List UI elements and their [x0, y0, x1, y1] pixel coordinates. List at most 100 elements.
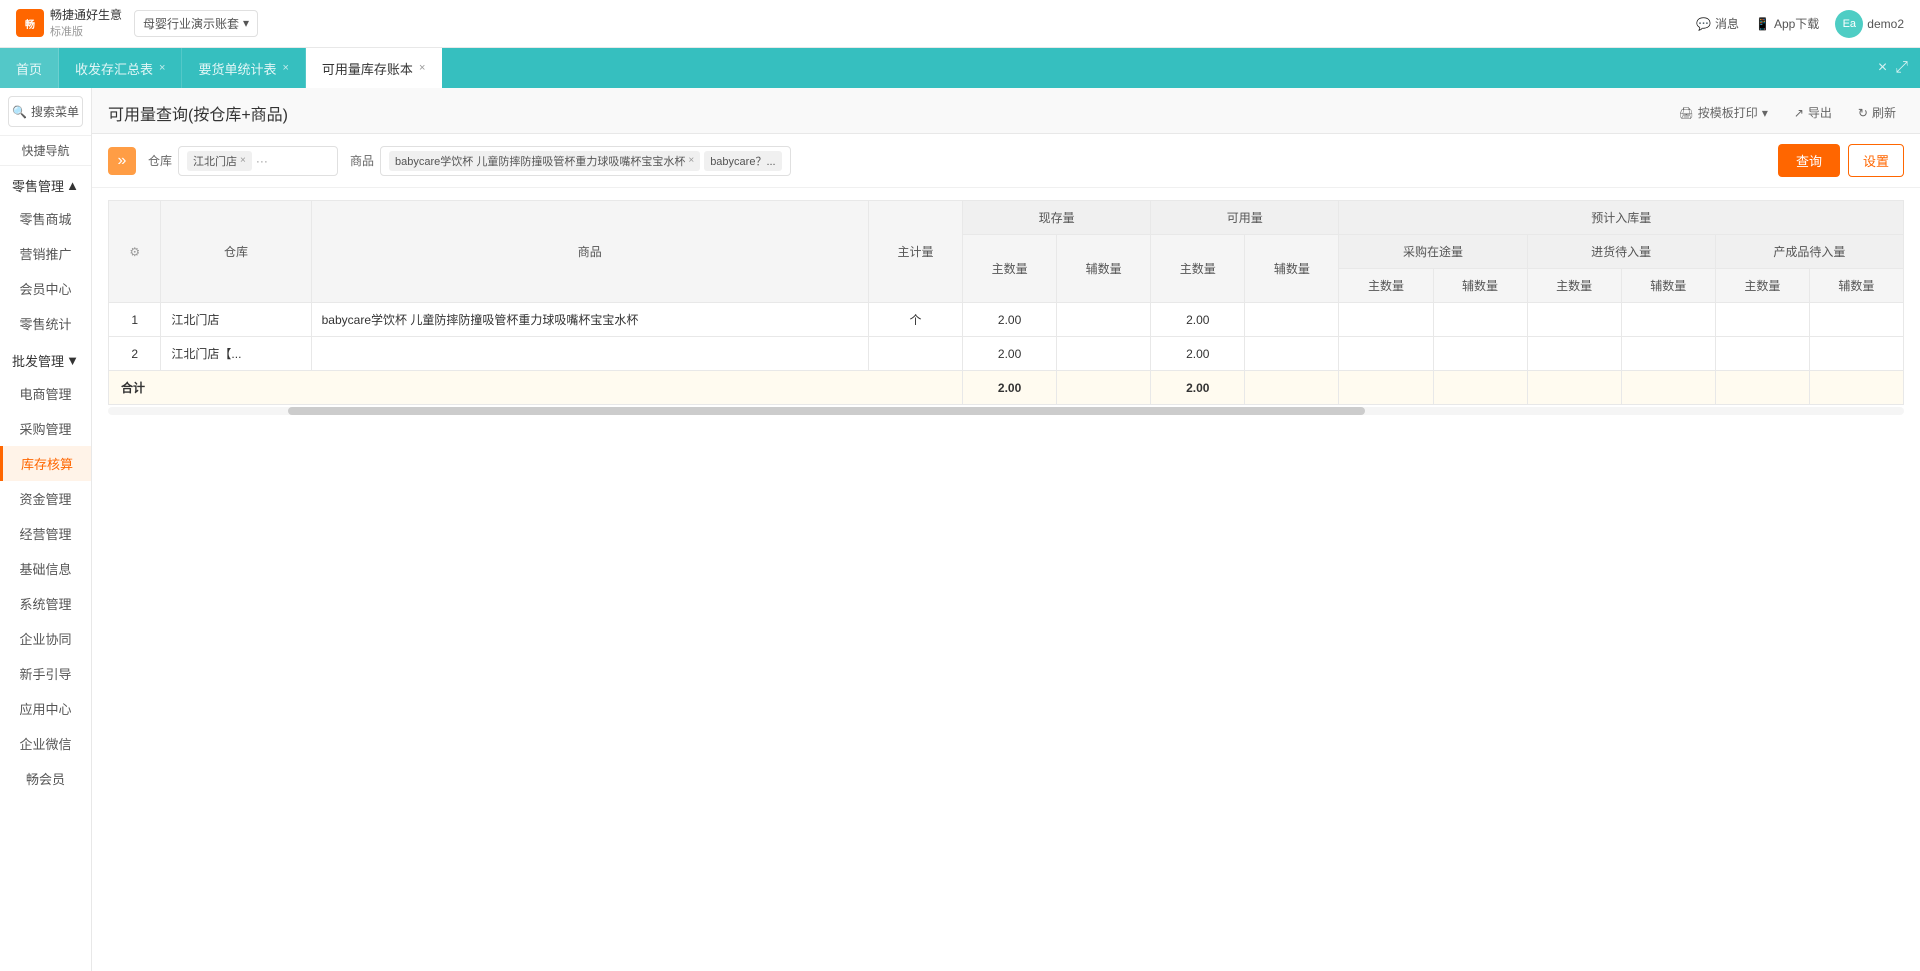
sidebar-item-inventory[interactable]: 库存核算 [0, 446, 91, 481]
warehouse-tag-remove[interactable]: × [240, 155, 246, 166]
sidebar-group-wholesale-label: 批发管理 [12, 351, 64, 370]
search-menu-btn[interactable]: 🔍 搜索菜单 [8, 96, 83, 127]
sidebar-item-member-label: 畅会员 [26, 772, 65, 787]
refresh-btn[interactable]: ↻ 刷新 [1850, 100, 1904, 125]
main-layout: 🔍 搜索菜单 快捷导航 零售管理 ▲ 零售商城 营销推广 会员中心 零售统计 [0, 88, 1920, 971]
tab-available-inventory[interactable]: 可用量库存账本 × [306, 48, 442, 88]
table-area: ⚙ 仓库 商品 主计量 现存量 可用量 预计入库量 主数量 辅数量 [92, 188, 1920, 427]
app-download-btn[interactable]: 📱 App下载 [1755, 15, 1819, 32]
quick-nav-label: 快捷导航 [21, 144, 69, 158]
col-purchase-transit-header: 采购在途量 [1339, 235, 1527, 269]
product-input[interactable]: babycare学饮杯 儿童防摔防撞吸管杯重力球吸嘴杯宝宝水杯 × babyca… [380, 146, 791, 176]
sidebar-item-retail-stats-label: 零售统计 [19, 317, 71, 332]
col-production-pending-main: 主数量 [1715, 269, 1809, 303]
col-available-aux-qty: 辅数量 [1245, 235, 1339, 303]
product-tag-1-remove[interactable]: × [688, 155, 694, 166]
row2-pt-main [1339, 337, 1433, 371]
row2-pp-main [1715, 337, 1809, 371]
col-available-main-qty: 主数量 [1151, 235, 1245, 303]
row1-no: 1 [109, 303, 161, 337]
app-download-label: App下载 [1774, 15, 1819, 32]
page-header: 可用量查询(按仓库+商品) 🖨 按模板打印 ▾ ↗ 导出 ↻ 刷新 [92, 88, 1920, 134]
sidebar-item-enterprise-wechat-label: 企业微信 [19, 737, 71, 752]
sidebar-item-ecommerce[interactable]: 电商管理 [0, 376, 91, 411]
filter-expand-btn[interactable]: » [108, 147, 136, 175]
message-btn[interactable]: 💬 消息 [1696, 15, 1739, 32]
filter-warehouse-item: 仓库 江北门店 × ··· [148, 146, 338, 176]
product-tag-2-value: babycare？... [710, 153, 775, 169]
filter-actions: 查询 设置 [1778, 144, 1904, 177]
chevron-down-icon-wholesale: ▼ [66, 353, 79, 368]
sidebar-item-retail-stats[interactable]: 零售统计 [0, 306, 91, 341]
tab-order-stats-close[interactable]: × [282, 62, 288, 74]
sidebar-item-app-center[interactable]: 应用中心 [0, 691, 91, 726]
row1-current-main: 2.00 [963, 303, 1057, 337]
sidebar-item-enterprise-wechat[interactable]: 企业微信 [0, 726, 91, 761]
sidebar-item-inventory-label: 库存核算 [21, 457, 73, 472]
warehouse-input[interactable]: 江北门店 × ··· [178, 146, 338, 176]
sidebar-item-app-center-label: 应用中心 [19, 702, 71, 717]
brand-icon-text: 畅 [25, 16, 35, 31]
sidebar-item-operation[interactable]: 经营管理 [0, 516, 91, 551]
page-content: 可用量查询(按仓库+商品) 🖨 按模板打印 ▾ ↗ 导出 ↻ 刷新 [92, 88, 1920, 971]
sidebar-item-basic-info[interactable]: 基础信息 [0, 551, 91, 586]
tab-home[interactable]: 首页 [0, 48, 59, 88]
sidebar-item-retail-mall-label: 零售商城 [19, 212, 71, 227]
sidebar-item-member-center[interactable]: 会员中心 [0, 271, 91, 306]
col-current-main-qty: 主数量 [963, 235, 1057, 303]
page-title: 可用量查询(按仓库+商品) [108, 101, 288, 125]
nav-controls: × ⤢ [1866, 48, 1920, 88]
col-available-header: 可用量 [1151, 201, 1339, 235]
row2-current-main: 2.00 [963, 337, 1057, 371]
sidebar-item-purchase-label: 采购管理 [19, 422, 71, 437]
tab-order-stats-label: 要货单统计表 [198, 59, 276, 78]
tab-receipt-summary-close[interactable]: × [159, 62, 165, 74]
search-menu-label: 搜索菜单 [31, 103, 79, 120]
total-pt-aux [1433, 371, 1527, 405]
sidebar-group-retail-header[interactable]: 零售管理 ▲ [0, 166, 91, 201]
sidebar-item-finance[interactable]: 资金管理 [0, 481, 91, 516]
tab-order-stats[interactable]: 要货单统计表 × [182, 48, 305, 88]
brand-icon: 畅 [16, 9, 44, 37]
more-icon[interactable]: ··· [256, 154, 268, 168]
tab-home-label: 首页 [16, 59, 42, 78]
user-profile[interactable]: Ea demo2 [1835, 10, 1904, 38]
export-label: 导出 [1808, 104, 1832, 121]
sidebar-group-wholesale-header[interactable]: 批发管理 ▼ [0, 341, 91, 376]
tab-receipt-summary[interactable]: 收发存汇总表 × [59, 48, 182, 88]
sidebar-item-marketing[interactable]: 营销推广 [0, 236, 91, 271]
sidebar-quick-nav[interactable]: 快捷导航 [0, 136, 91, 166]
avatar: Ea [1835, 10, 1863, 38]
table-row: 1 江北门店 babycare学饮杯 儿童防摔防撞吸管杯重力球吸嘴杯宝宝水杯 个… [109, 303, 1904, 337]
tab-available-inventory-close[interactable]: × [419, 62, 425, 74]
table-row: 2 江北门店【... 2.00 2.00 [109, 337, 1904, 371]
col-purchase-transit-main: 主数量 [1339, 269, 1433, 303]
tab-available-inventory-label: 可用量库存账本 [322, 59, 413, 78]
sidebar-item-basic-info-label: 基础信息 [19, 562, 71, 577]
sidebar-item-purchase[interactable]: 采购管理 [0, 411, 91, 446]
query-btn[interactable]: 查询 [1778, 144, 1840, 177]
row2-no: 2 [109, 337, 161, 371]
expand-window-btn[interactable]: ⤢ [1895, 59, 1908, 77]
col-inbound-pending-aux: 辅数量 [1621, 269, 1715, 303]
refresh-icon: ↻ [1858, 106, 1868, 120]
template-print-btn[interactable]: 🖨 按模板打印 ▾ [1671, 100, 1776, 125]
warehouse-tag-value: 江北门店 [193, 153, 237, 169]
message-label: 消息 [1715, 15, 1739, 32]
industry-selector[interactable]: 母婴行业演示账套 ▾ [134, 10, 258, 37]
sidebar-item-member[interactable]: 畅会员 [0, 761, 91, 796]
sidebar-item-enterprise[interactable]: 企业协同 [0, 621, 91, 656]
sidebar-item-retail-mall[interactable]: 零售商城 [0, 201, 91, 236]
settings-btn[interactable]: 设置 [1848, 144, 1904, 177]
col-current-aux-qty: 辅数量 [1057, 235, 1151, 303]
sidebar-item-system[interactable]: 系统管理 [0, 586, 91, 621]
close-window-btn[interactable]: × [1878, 59, 1887, 77]
warehouse-label: 仓库 [148, 152, 172, 169]
user-name: demo2 [1867, 17, 1904, 31]
chevron-up-icon: ▲ [66, 178, 79, 193]
sidebar-item-new-guide[interactable]: 新手引导 [0, 656, 91, 691]
mobile-icon: 📱 [1755, 17, 1770, 31]
export-btn[interactable]: ↗ 导出 [1786, 100, 1840, 125]
column-settings-icon[interactable]: ⚙ [129, 245, 140, 259]
sidebar-group-wholesale: 批发管理 ▼ 电商管理 采购管理 [0, 341, 91, 446]
